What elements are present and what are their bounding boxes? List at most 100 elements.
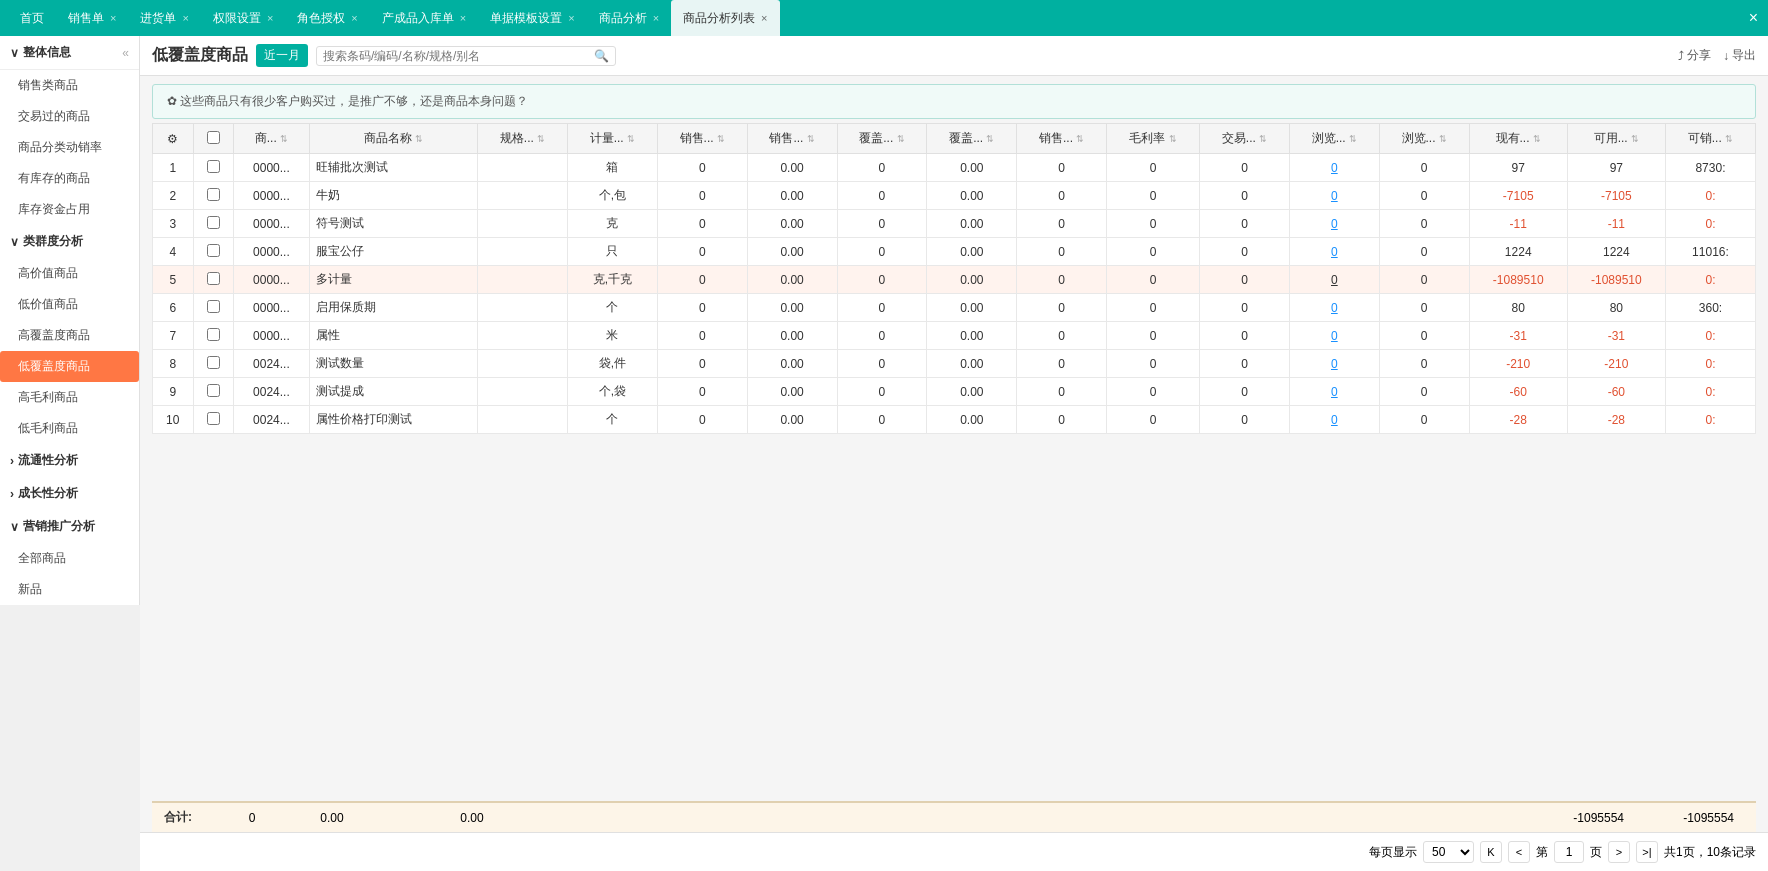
prev-page-button[interactable]: < [1508,841,1530,863]
sidebar-item-high-coverage[interactable]: 高覆盖度商品 [0,320,139,351]
row-browse1[interactable]: 0 [1289,266,1379,294]
col-browse1[interactable]: 浏览... ⇅ [1289,124,1379,154]
sidebar-item-stock-capital[interactable]: 库存资金占用 [0,194,139,225]
row-select-checkbox[interactable] [207,384,220,397]
row-checkbox[interactable] [193,350,233,378]
close-nav-production[interactable]: × [460,12,466,24]
sidebar-growth-analysis[interactable]: › 成长性分析 [0,477,139,510]
sidebar-item-sales-goods[interactable]: 销售类商品 [0,70,139,101]
last-page-button[interactable]: >| [1636,841,1658,863]
nav-permission-settings[interactable]: 权限设置 × [201,0,285,36]
sidebar-overall-info[interactable]: ∨ 整体信息 [10,44,71,61]
col-browse2[interactable]: 浏览... ⇅ [1379,124,1469,154]
nav-purchase-order[interactable]: 进货单 × [128,0,200,36]
close-nav-product-analysis[interactable]: × [653,12,659,24]
row-checkbox[interactable] [193,154,233,182]
sidebar-item-all-goods[interactable]: 全部商品 [0,543,139,574]
col-settings[interactable]: ⚙ [153,124,194,154]
row-browse1[interactable]: 0 [1289,322,1379,350]
sidebar-item-category-turnover[interactable]: 商品分类动销率 [0,132,139,163]
nav-home[interactable]: 首页 [8,0,56,36]
sidebar-collapse-icon[interactable]: « [122,46,129,60]
close-nav-template[interactable]: × [568,12,574,24]
close-nav-purchase-order[interactable]: × [182,12,188,24]
row-sales-qty: 0 [657,378,747,406]
row-checkbox[interactable] [193,294,233,322]
sidebar-group-analysis[interactable]: ∨ 类群度分析 [0,225,139,258]
row-browse1[interactable]: 0 [1289,350,1379,378]
nav-product-analysis-list[interactable]: 商品分析列表 × [671,0,779,36]
col-available[interactable]: 可用... ⇅ [1567,124,1665,154]
per-page-select[interactable]: 50 100 200 [1423,841,1474,863]
sidebar-item-high-margin[interactable]: 高毛利商品 [0,382,139,413]
search-input[interactable] [323,49,590,63]
row-checkbox[interactable] [193,182,233,210]
first-page-button[interactable]: K [1480,841,1502,863]
row-select-checkbox[interactable] [207,272,220,285]
col-unit[interactable]: 计量... ⇅ [567,124,657,154]
sidebar-item-low-coverage[interactable]: 低覆盖度商品 [0,351,139,382]
nav-role-auth[interactable]: 角色授权 × [285,0,369,36]
col-sales-amt[interactable]: 销售... ⇅ [747,124,837,154]
row-browse1[interactable]: 0 [1289,406,1379,434]
close-all-tabs-button[interactable]: × [1749,9,1758,27]
nav-product-analysis[interactable]: 商品分析 × [587,0,671,36]
date-filter-button[interactable]: 近一月 [256,44,308,67]
col-cover1[interactable]: 覆盖... ⇅ [837,124,927,154]
sidebar-item-low-margin[interactable]: 低毛利商品 [0,413,139,444]
col-spec[interactable]: 规格... ⇅ [478,124,568,154]
row-browse1[interactable]: 0 [1289,182,1379,210]
row-sales2: 0 [1017,182,1107,210]
sidebar-item-in-stock-goods[interactable]: 有库存的商品 [0,163,139,194]
col-code[interactable]: 商... ⇅ [233,124,310,154]
data-table-container[interactable]: ⚙ 商... ⇅ 商品名称 ⇅ 规格... ⇅ 计量... ⇅ 销售... ⇅ … [152,123,1756,801]
col-trade[interactable]: 交易... ⇅ [1200,124,1290,154]
nav-template-settings[interactable]: 单据模板设置 × [478,0,586,36]
col-current[interactable]: 现有... ⇅ [1469,124,1567,154]
col-checkbox[interactable] [193,124,233,154]
export-button[interactable]: ↓ 导出 [1723,47,1756,64]
next-page-button[interactable]: > [1608,841,1630,863]
col-sales2[interactable]: 销售... ⇅ [1017,124,1107,154]
sidebar-marketing-analysis[interactable]: ∨ 营销推广分析 [0,510,139,543]
row-select-checkbox[interactable] [207,216,220,229]
row-no: 10 [153,406,194,434]
row-checkbox[interactable] [193,322,233,350]
close-nav-product-analysis-list[interactable]: × [761,12,767,24]
sidebar-item-new-goods[interactable]: 新品 [0,574,139,605]
row-browse1[interactable]: 0 [1289,294,1379,322]
row-select-checkbox[interactable] [207,160,220,173]
col-sales-qty[interactable]: 销售... ⇅ [657,124,747,154]
row-select-checkbox[interactable] [207,188,220,201]
row-checkbox[interactable] [193,266,233,294]
select-all-checkbox[interactable] [207,131,220,144]
page-number-input[interactable] [1554,841,1584,863]
row-browse1[interactable]: 0 [1289,238,1379,266]
row-browse1[interactable]: 0 [1289,154,1379,182]
row-select-checkbox[interactable] [207,412,220,425]
row-select-checkbox[interactable] [207,300,220,313]
sidebar-item-high-value[interactable]: 高价值商品 [0,258,139,289]
row-select-checkbox[interactable] [207,328,220,341]
row-checkbox[interactable] [193,406,233,434]
row-checkbox[interactable] [193,238,233,266]
nav-sales-order[interactable]: 销售单 × [56,0,128,36]
row-checkbox[interactable] [193,210,233,238]
row-browse1[interactable]: 0 [1289,378,1379,406]
col-sellable[interactable]: 可销... ⇅ [1665,124,1755,154]
nav-production-inbound[interactable]: 产成品入库单 × [370,0,478,36]
close-nav-sales-order[interactable]: × [110,12,116,24]
share-button[interactable]: ⤴ 分享 [1678,47,1711,64]
row-select-checkbox[interactable] [207,356,220,369]
col-gross[interactable]: 毛利率 ⇅ [1107,124,1200,154]
sidebar-item-traded-goods[interactable]: 交易过的商品 [0,101,139,132]
sidebar-item-low-value[interactable]: 低价值商品 [0,289,139,320]
sidebar-liquidity-analysis[interactable]: › 流通性分析 [0,444,139,477]
row-checkbox[interactable] [193,378,233,406]
close-nav-permission[interactable]: × [267,12,273,24]
col-name[interactable]: 商品名称 ⇅ [310,124,478,154]
row-browse1[interactable]: 0 [1289,210,1379,238]
col-cover2[interactable]: 覆盖... ⇅ [927,124,1017,154]
close-nav-role-auth[interactable]: × [351,12,357,24]
row-select-checkbox[interactable] [207,244,220,257]
